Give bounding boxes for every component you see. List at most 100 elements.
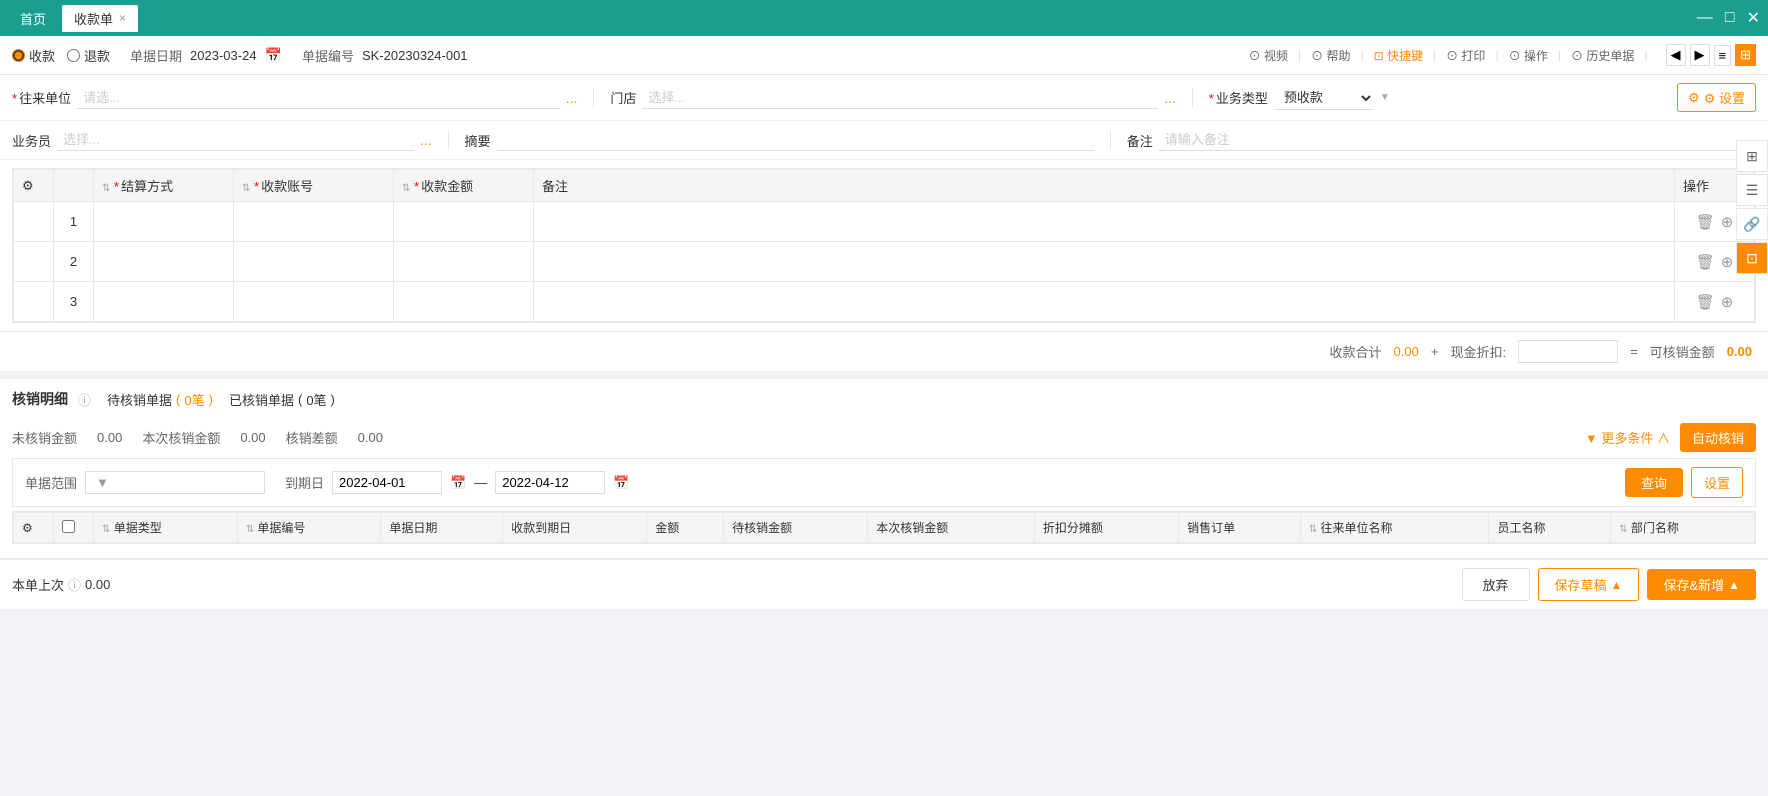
td-jiesuan-2[interactable] xyxy=(94,242,234,282)
shop-label: 门店 xyxy=(610,88,636,107)
td-index-2: 2 xyxy=(54,242,94,282)
discount-input[interactable] xyxy=(1518,340,1618,363)
td-amount-1[interactable] xyxy=(394,202,534,242)
save-draft-btn[interactable]: 保存草稿 ▲ xyxy=(1538,568,1640,601)
staff-label: 业务员 xyxy=(12,131,51,150)
delete-row-3[interactable]: 🗑 xyxy=(1696,293,1715,311)
range-select[interactable]: ▼ xyxy=(85,471,265,494)
view-icon-grid[interactable]: ⊞ xyxy=(1735,44,1756,66)
td-note-2[interactable] xyxy=(534,242,1675,282)
view-icon-list[interactable]: ≡ xyxy=(1714,45,1732,66)
right-panel-btn-4[interactable]: ⊡ xyxy=(1736,242,1768,274)
history-btn[interactable]: ⊙ 历史单据 xyxy=(1571,47,1634,64)
toolbar-right: ⊙ 视频 | ⊙ 帮助 | ⊡ 快捷键 | ⊙ 打印 | ⊙ 操作 | ⊙ 历史… xyxy=(1249,44,1756,66)
divider-2 xyxy=(1192,88,1193,108)
td-account-3[interactable] xyxy=(234,282,394,322)
more-conditions-btn[interactable]: ▼ 更多条件 ∧ xyxy=(1585,428,1670,447)
lth-settings[interactable]: ⚙ xyxy=(14,513,54,543)
hexiao-right-actions: ▼ 更多条件 ∧ 自动核销 xyxy=(1585,423,1756,452)
delete-row-1[interactable]: 🗑 xyxy=(1696,213,1715,231)
shop-more-btn[interactable]: ... xyxy=(1164,90,1176,106)
th-settings[interactable]: ⚙ xyxy=(14,170,54,202)
filter-stats-row: 未核销金额 0.00 本次核销金额 0.00 核销差额 0.00 ▼ 更多条件 … xyxy=(12,417,1756,458)
nav-tab-receipt[interactable]: 收款单 × xyxy=(62,5,138,32)
nav-tab-close[interactable]: × xyxy=(119,11,126,25)
select-all-checkbox[interactable] xyxy=(62,520,75,533)
receipt-table-container: ⚙ ⇅ *结算方式 ⇅ *收款账号 ⇅ *收款金额 备注 操作 xyxy=(12,168,1756,323)
td-jiesuan-1[interactable] xyxy=(94,202,234,242)
field-unit: *往来单位 ... xyxy=(12,87,577,109)
td-amount-2[interactable] xyxy=(394,242,534,282)
to-date-input[interactable] xyxy=(495,471,605,494)
available-label: 可核销金额 xyxy=(1650,342,1715,361)
query-btn[interactable]: 查询 xyxy=(1625,468,1683,497)
staff-more-btn[interactable]: ... xyxy=(420,132,432,148)
tab-pending-label: 待核销单据 xyxy=(107,390,172,409)
lth-check[interactable] xyxy=(54,513,94,543)
remark-input[interactable] xyxy=(1159,129,1756,151)
top-nav: 首页 收款单 × — □ ✕ xyxy=(0,0,1768,36)
from-cal-icon[interactable]: 📅 xyxy=(450,475,466,491)
lth-partner: ⇅ 往来单位名称 xyxy=(1300,513,1489,543)
help-btn[interactable]: ⊙ 帮助 xyxy=(1311,47,1350,64)
to-cal-icon[interactable]: 📅 xyxy=(613,475,629,491)
tab-pending[interactable]: 待核销单据 ( 0笔 ) xyxy=(107,390,213,409)
divider-3 xyxy=(448,130,449,150)
right-panel-btn-3[interactable]: 🔗 xyxy=(1736,208,1768,240)
shop-input[interactable] xyxy=(642,87,1158,109)
td-account-1[interactable] xyxy=(234,202,394,242)
bottom-bar: 本单上次 ⓘ 0.00 放弃 保存草稿 ▲ 保存&新增 ▲ xyxy=(0,558,1768,609)
copy-row-2[interactable]: ⊕ xyxy=(1721,253,1734,271)
radio-receipt[interactable]: 收款 xyxy=(12,46,55,65)
copy-row-3[interactable]: ⊕ xyxy=(1721,293,1734,311)
field-shop: 门店 ... xyxy=(610,87,1175,109)
window-max-btn[interactable]: □ xyxy=(1725,9,1735,27)
nav-home[interactable]: 首页 xyxy=(8,5,58,32)
delete-row-2[interactable]: 🗑 xyxy=(1696,253,1715,271)
video-btn[interactable]: ⊙ 视频 xyxy=(1249,47,1288,64)
lth-discount: 折扣分摊额 xyxy=(1034,513,1178,543)
tab-done[interactable]: 已核销单据 ( 0笔 ) xyxy=(229,390,335,409)
auto-hexiao-btn[interactable]: 自动核销 xyxy=(1680,423,1756,452)
uncleared-value: 0.00 xyxy=(97,430,122,445)
hexiao-info-icon[interactable]: ⓘ xyxy=(78,390,91,409)
staff-input[interactable] xyxy=(57,129,414,151)
discard-btn[interactable]: 放弃 xyxy=(1462,568,1530,601)
from-date-input[interactable] xyxy=(332,471,442,494)
toolbar-meta: 单据日期 2023-03-24 📅 单据编号 SK-20230324-001 xyxy=(130,46,468,65)
th-index xyxy=(54,170,94,202)
print-btn[interactable]: ⊙ 打印 xyxy=(1446,47,1485,64)
hexiao-header: 核销明细 ⓘ 待核销单据 ( 0笔 ) 已核销单据 ( 0笔 ) xyxy=(12,389,1756,409)
unit-more-btn[interactable]: ... xyxy=(566,90,578,106)
right-panel-btn-2[interactable]: ☰ xyxy=(1736,174,1768,206)
view-icon-prev[interactable]: ◀ xyxy=(1666,44,1686,66)
right-panel: ⊞ ☰ 🔗 ⊡ xyxy=(1736,140,1768,274)
setting-btn[interactable]: ⚙ ⚙ 设置 xyxy=(1677,83,1756,112)
copy-row-1[interactable]: ⊕ xyxy=(1721,213,1734,231)
td-note-1[interactable] xyxy=(534,202,1675,242)
view-icon-next[interactable]: ▶ xyxy=(1690,44,1710,66)
radio-refund[interactable]: 退款 xyxy=(67,46,110,65)
bottom-info-icon[interactable]: ⓘ xyxy=(68,575,81,594)
field-remark: 备注 xyxy=(1127,129,1756,151)
td-amount-3[interactable] xyxy=(394,282,534,322)
td-jiesuan-3[interactable] xyxy=(94,282,234,322)
biz-select[interactable]: 预收款 xyxy=(1274,86,1374,110)
lower-table-container: ⚙ ⇅ 单据类型 ⇅ 单据编号 单据日期 xyxy=(12,511,1756,544)
right-panel-btn-1[interactable]: ⊞ xyxy=(1736,140,1768,172)
shortcut-btn[interactable]: ⊡ 快捷键 xyxy=(1374,47,1423,64)
date-cal-icon[interactable]: 📅 xyxy=(265,47,282,64)
receipt-table: ⚙ ⇅ *结算方式 ⇅ *收款账号 ⇅ *收款金额 备注 操作 xyxy=(13,169,1755,322)
save-new-btn[interactable]: 保存&新增 ▲ xyxy=(1647,569,1756,600)
radio-receipt-label: 收款 xyxy=(29,46,55,65)
window-min-btn[interactable]: — xyxy=(1697,9,1713,27)
window-close-btn[interactable]: ✕ xyxy=(1747,8,1760,28)
unit-input[interactable] xyxy=(77,87,560,109)
tab-done-count-val: 0笔 xyxy=(306,390,326,409)
operate-btn[interactable]: ⊙ 操作 xyxy=(1509,47,1548,64)
td-account-2[interactable] xyxy=(234,242,394,282)
summary-input[interactable] xyxy=(497,129,1094,151)
th-account: ⇅ *收款账号 xyxy=(234,170,394,202)
filter-set-btn[interactable]: 设置 xyxy=(1691,467,1743,498)
td-note-3[interactable] xyxy=(534,282,1675,322)
